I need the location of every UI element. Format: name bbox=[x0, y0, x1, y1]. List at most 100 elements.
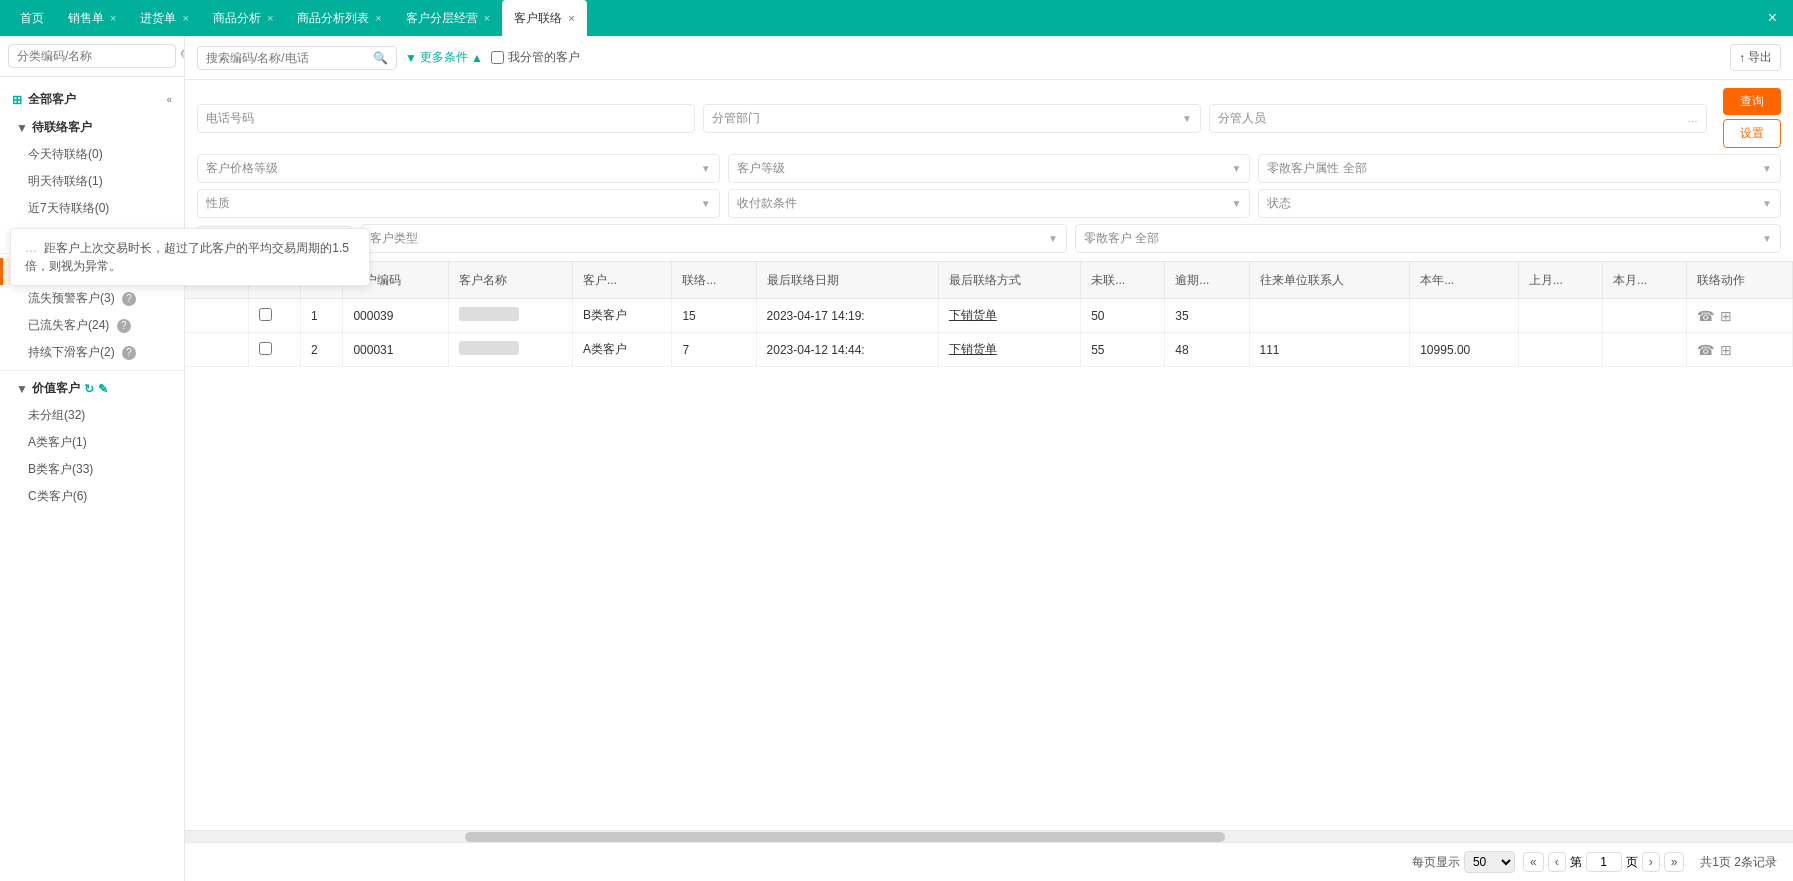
dept-dropdown-icon: ▼ bbox=[1182, 113, 1192, 124]
sidebar-item-pending-contact[interactable]: ▼ 待联络客户 bbox=[0, 114, 184, 141]
filter-search-input[interactable] bbox=[206, 51, 369, 65]
pending-contact-arrow: ▼ bbox=[16, 121, 28, 135]
col-name[interactable]: 客户名称 bbox=[448, 262, 572, 299]
col-overdue[interactable]: 逾期... bbox=[1165, 262, 1249, 299]
row-code-0[interactable]: 000039 bbox=[343, 299, 449, 333]
row-checkbox-0[interactable] bbox=[259, 308, 272, 321]
loss-warn-info-icon[interactable]: ? bbox=[122, 292, 136, 306]
table-horizontal-scrollbar[interactable] bbox=[185, 830, 1793, 842]
value-customer-edit-icon[interactable]: ✎ bbox=[98, 382, 108, 396]
sidebar-item-unclassified[interactable]: 未分组(32) bbox=[0, 402, 184, 429]
action-phone-icon-1[interactable]: ☎ bbox=[1697, 342, 1714, 358]
per-page-select[interactable]: 50 20 100 bbox=[1464, 851, 1515, 873]
sidebar-collapse-btn[interactable]: « bbox=[166, 94, 172, 105]
nav-analysis-list[interactable]: 商品分析列表 × bbox=[285, 0, 393, 36]
sidebar-search-input[interactable] bbox=[8, 44, 176, 68]
nav-sales-close[interactable]: × bbox=[110, 12, 116, 24]
nav-customer-contact[interactable]: 客户联络 × bbox=[502, 0, 586, 36]
last-contact-method-link-0[interactable]: 下销货单 bbox=[949, 308, 997, 322]
row-contact-count-0: 15 bbox=[672, 299, 756, 333]
sidebar-item-value-customer[interactable]: ▼ 价值客户 ↻ ✎ bbox=[0, 375, 184, 402]
pagination-bar: 每页显示 50 20 100 « ‹ 第 页 › » 共1页 2条记录 bbox=[185, 842, 1793, 881]
row-this-month-1 bbox=[1603, 333, 1687, 367]
filter-phone[interactable]: 电话号码 bbox=[197, 104, 695, 133]
next-page-btn[interactable]: › bbox=[1642, 852, 1660, 872]
filter-dept[interactable]: 分管部门 ▼ bbox=[703, 104, 1201, 133]
filter-retail-attr[interactable]: 零散客户属性 全部 ▼ bbox=[1258, 154, 1781, 183]
col-last-contact-date[interactable]: 最后联络日期 bbox=[756, 262, 938, 299]
window-close-button[interactable]: × bbox=[1760, 9, 1785, 27]
filter-price-level[interactable]: 客户价格等级 ▼ bbox=[197, 154, 720, 183]
filter-customer-type[interactable]: 客户类型 ▼ bbox=[361, 224, 1067, 253]
filter-manager[interactable]: 分管人员 … bbox=[1209, 104, 1707, 133]
sidebar-item-tomorrow[interactable]: 明天待联络(1) bbox=[0, 168, 184, 195]
more-conditions-btn[interactable]: ▼ 更多条件 ▲ bbox=[405, 49, 483, 66]
nav-customer-segment[interactable]: 客户分层经营 × bbox=[394, 0, 502, 36]
sidebar-item-continuous-down[interactable]: 持续下滑客户(2) ? bbox=[0, 339, 184, 366]
first-page-btn[interactable]: « bbox=[1523, 852, 1544, 872]
nav-analysis[interactable]: 商品分析 × bbox=[201, 0, 285, 36]
nav-customer-contact-close[interactable]: × bbox=[568, 12, 574, 24]
table-header-row: ⚙ 客户编码 客户名称 客户... bbox=[185, 262, 1793, 299]
continuous-down-info-icon[interactable]: ? bbox=[122, 346, 136, 360]
row-code-1[interactable]: 000031 bbox=[343, 333, 449, 367]
col-contact-count[interactable]: 联络... bbox=[672, 262, 756, 299]
col-customer-type[interactable]: 客户... bbox=[572, 262, 671, 299]
action-phone-icon-0[interactable]: ☎ bbox=[1697, 308, 1714, 324]
last-contact-method-link-1[interactable]: 下销货单 bbox=[949, 342, 997, 356]
sidebar-all-customers[interactable]: ⊞ 全部客户 « bbox=[0, 85, 184, 114]
main-layout: 🔍 ⊞ 全部客户 « ▼ 待联络客户 今天待联络(0) 明天待联络(1) 近7天… bbox=[0, 36, 1793, 881]
sidebar-item-loss-warn[interactable]: 流失预警客户(3) ? bbox=[0, 285, 184, 312]
sidebar-item-7days[interactable]: 近7天待联络(0) bbox=[0, 195, 184, 222]
col-unit-contact[interactable]: 往来单位联系人 bbox=[1249, 262, 1410, 299]
col-last-contact-method[interactable]: 最后联络方式 bbox=[938, 262, 1080, 299]
my-customers-checkbox[interactable] bbox=[491, 51, 504, 64]
nav-purchase[interactable]: 进货单 × bbox=[128, 0, 200, 36]
filter-search-icon[interactable]: 🔍 bbox=[373, 51, 388, 65]
filter-payment[interactable]: 收付款条件 ▼ bbox=[728, 189, 1251, 218]
query-button[interactable]: 查询 bbox=[1723, 88, 1781, 115]
filter-customer-level[interactable]: 客户等级 ▼ bbox=[728, 154, 1251, 183]
last-page-btn[interactable]: » bbox=[1664, 852, 1685, 872]
sidebar-item-class-c[interactable]: C类客户(6) bbox=[0, 483, 184, 510]
action-more-icon-0[interactable]: ⊞ bbox=[1720, 308, 1732, 324]
value-customer-refresh-icon[interactable]: ↻ bbox=[84, 382, 94, 396]
col-this-month[interactable]: 本月... bbox=[1603, 262, 1687, 299]
sidebar-item-lost[interactable]: 已流失客户(24) ? bbox=[0, 312, 184, 339]
row-checkbox-cell[interactable] bbox=[249, 299, 301, 333]
sidebar-item-class-b[interactable]: B类客户(33) bbox=[0, 456, 184, 483]
value-customer-arrow: ▼ bbox=[16, 382, 28, 396]
table-scroll-thumb[interactable] bbox=[465, 832, 1225, 842]
row-checkbox-1[interactable] bbox=[259, 342, 272, 355]
settings-button[interactable]: 设置 bbox=[1723, 119, 1781, 148]
nav-analysis-close[interactable]: × bbox=[267, 12, 273, 24]
col-last-month[interactable]: 上月... bbox=[1518, 262, 1602, 299]
action-more-icon-1[interactable]: ⊞ bbox=[1720, 342, 1732, 358]
manager-more-icon[interactable]: … bbox=[1687, 112, 1698, 124]
filter-row-1: 电话号码 分管部门 ▼ 分管人员 … 查询 设置 bbox=[197, 88, 1781, 148]
row-checkbox-cell[interactable] bbox=[249, 333, 301, 367]
sidebar-item-class-a[interactable]: A类客户(1) bbox=[0, 429, 184, 456]
nav-sales[interactable]: 销售单 × bbox=[56, 0, 128, 36]
nav-analysis-list-close[interactable]: × bbox=[375, 12, 381, 24]
row-last-contact-method-0[interactable]: 下销货单 bbox=[938, 299, 1080, 333]
nav-customer-segment-close[interactable]: × bbox=[484, 12, 490, 24]
export-button[interactable]: ↑ 导出 bbox=[1730, 44, 1781, 71]
prev-page-btn[interactable]: ‹ bbox=[1548, 852, 1566, 872]
page-number-input[interactable] bbox=[1586, 852, 1622, 872]
row-last-contact-method-1[interactable]: 下销货单 bbox=[938, 333, 1080, 367]
row-index-0: 1 bbox=[301, 299, 343, 333]
col-not-contact[interactable]: 未联... bbox=[1081, 262, 1165, 299]
col-action[interactable]: 联络动作 bbox=[1687, 262, 1793, 299]
row-not-contact-1: 55 bbox=[1081, 333, 1165, 367]
filter-gender[interactable]: 性质 ▼ bbox=[197, 189, 720, 218]
filter-status[interactable]: 状态 ▼ bbox=[1258, 189, 1781, 218]
nav-home[interactable]: 首页 bbox=[8, 0, 56, 36]
sidebar-item-today[interactable]: 今天待联络(0) bbox=[0, 141, 184, 168]
filter-retail-customer[interactable]: 零散客户 全部 ▼ bbox=[1075, 224, 1781, 253]
row-action-0: ☎ ⊞ bbox=[1687, 299, 1793, 333]
nav-purchase-close[interactable]: × bbox=[182, 12, 188, 24]
lost-info-icon[interactable]: ? bbox=[117, 319, 131, 333]
row-name-1 bbox=[448, 333, 572, 367]
col-year[interactable]: 本年... bbox=[1410, 262, 1519, 299]
